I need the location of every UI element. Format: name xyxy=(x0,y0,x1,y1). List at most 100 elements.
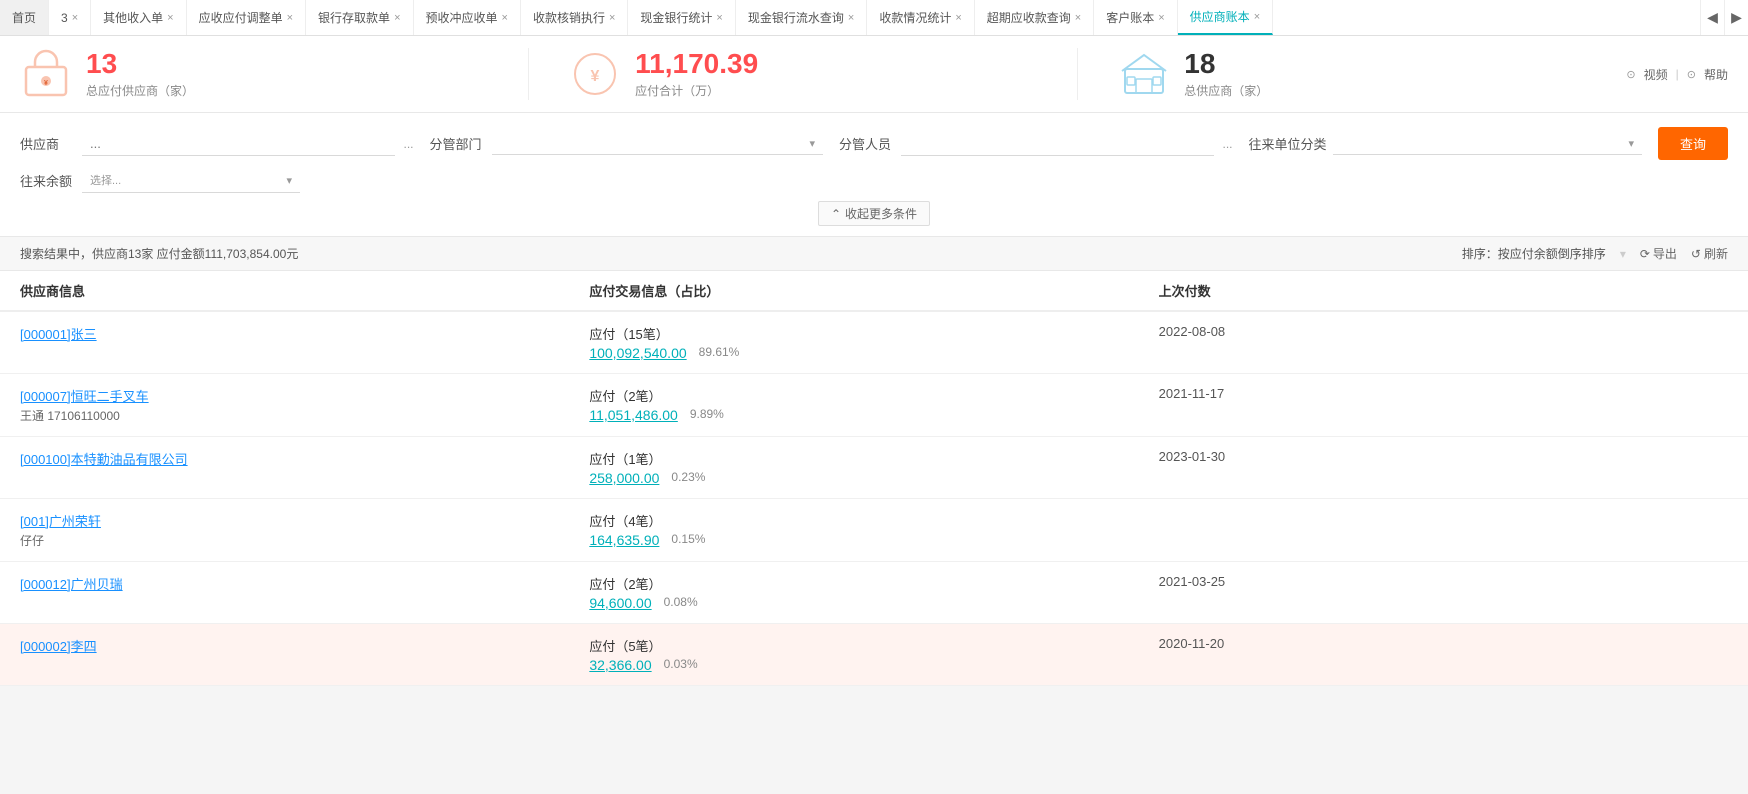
tx-amount-row: 164,635.900.15% xyxy=(589,530,1158,548)
supplier-info-cell: [000002]李四 xyxy=(20,636,589,655)
stat-value-ap-amount: 11,170.39 xyxy=(635,49,758,80)
tx-amount[interactable]: 164,635.90 xyxy=(589,532,659,548)
tab-3-close[interactable]: × xyxy=(72,12,78,24)
supplier-link[interactable]: [001]广州荣轩 xyxy=(20,514,101,529)
stat-value-total-suppliers: 18 xyxy=(1184,49,1268,80)
export-icon: ⟳ xyxy=(1640,247,1650,261)
svg-text:¥: ¥ xyxy=(44,80,48,87)
tab-cash-bank-stat[interactable]: 现金银行统计 × xyxy=(628,0,735,35)
last-pay-value: 2020-11-20 xyxy=(1159,636,1225,651)
tab-cash-bank-flow[interactable]: 现金银行流水查询 × xyxy=(736,0,867,35)
tab-customer-acct[interactable]: 客户账本 × xyxy=(1094,0,1177,35)
balance-select[interactable]: 选择... ▾ xyxy=(82,168,300,193)
tab-bank-deposit-close[interactable]: × xyxy=(394,12,400,24)
table-row: [000002]李四应付（5笔）32,366.000.03%2020-11-20 xyxy=(0,624,1748,686)
tab-overdue-close[interactable]: × xyxy=(1075,12,1081,24)
tab-3[interactable]: 3 × xyxy=(49,0,91,35)
tab-supplier-acct[interactable]: 供应商账本 × xyxy=(1178,0,1273,35)
stat-info-ap-suppliers: 13 总应付供应商（家） xyxy=(86,49,194,99)
supplier-info-cell: [000012]广州贝瑞 xyxy=(20,574,589,593)
filter-row-2: 往来余额 选择... ▾ xyxy=(20,168,1728,193)
category-select-arrow: ▾ xyxy=(1628,137,1634,150)
tab-cash-bank-flow-close[interactable]: × xyxy=(848,12,854,24)
filter-balance: 往来余额 选择... ▾ xyxy=(20,168,300,193)
nav-next-arrow[interactable]: ▶ xyxy=(1724,0,1748,36)
supplier-info-cell: [000001]张三 xyxy=(20,324,589,343)
search-button[interactable]: 查询 xyxy=(1658,127,1728,160)
tab-ar-ap-adjust-label: 应收应付调整单 xyxy=(199,9,283,26)
tab-other-income[interactable]: 其他收入单 × xyxy=(91,0,186,35)
tab-recv-verify-close[interactable]: × xyxy=(609,12,615,24)
filter-category-label: 往来单位分类 xyxy=(1249,134,1327,153)
last-pay-value: 2021-11-17 xyxy=(1159,386,1225,401)
filter-person: 分管人员 ... xyxy=(839,132,1233,156)
tab-cash-bank-stat-close[interactable]: × xyxy=(716,12,722,24)
person-input[interactable] xyxy=(901,132,1214,156)
tab-recv-stat[interactable]: 收款情况统计 × xyxy=(867,0,974,35)
video-link[interactable]: 视频 xyxy=(1644,66,1668,83)
supplier-link[interactable]: [000002]李四 xyxy=(20,639,97,654)
category-select[interactable]: ▾ xyxy=(1333,133,1642,155)
supplier-input[interactable] xyxy=(82,132,395,156)
tab-other-income-close[interactable]: × xyxy=(167,12,173,24)
tab-customer-acct-label: 客户账本 xyxy=(1106,9,1154,26)
tab-prepay-close[interactable]: × xyxy=(502,12,508,24)
tab-prepay-label: 预收冲应收单 xyxy=(426,9,498,26)
tab-recv-stat-close[interactable]: × xyxy=(955,12,961,24)
nav-prev-arrow[interactable]: ◀ xyxy=(1700,0,1724,36)
tab-prepay[interactable]: 预收冲应收单 × xyxy=(414,0,521,35)
tx-info-cell: 应付（2笔） 94,600.00 0.08% xyxy=(589,574,1158,611)
filter-supplier-label: 供应商 xyxy=(20,134,76,153)
supplier-sub: 王通 17106110000 xyxy=(20,407,589,424)
collapse-label: 收起更多条件 xyxy=(845,205,917,222)
stat-info-total-suppliers: 18 总供应商（家） xyxy=(1184,49,1268,99)
tx-amount[interactable]: 11,051,486.00 xyxy=(589,407,678,423)
person-dots: ... xyxy=(1222,137,1232,151)
table-area: 供应商信息 应付交易信息（占比） 上次付数 [000001]张三应付（15笔）1… xyxy=(0,271,1748,686)
supplier-link[interactable]: [000012]广州贝瑞 xyxy=(20,577,123,592)
tx-amount[interactable]: 258,000.00 xyxy=(589,470,659,486)
tab-customer-acct-close[interactable]: × xyxy=(1158,12,1164,24)
dept-select[interactable]: ▾ xyxy=(492,133,824,155)
supplier-icon: ¥ xyxy=(20,48,72,100)
tx-amount[interactable]: 32,366.00 xyxy=(589,657,651,673)
refresh-label: 刷新 xyxy=(1704,245,1728,262)
table-row: [000100]本特勤油品有限公司应付（1笔）258,000.000.23%20… xyxy=(0,437,1748,499)
export-button[interactable]: ⟳ 导出 xyxy=(1640,245,1677,262)
amount-icon: ¥ xyxy=(569,48,621,100)
filter-category: 往来单位分类 ▾ xyxy=(1249,133,1643,155)
tab-ar-ap-adjust[interactable]: 应收应付调整单 × xyxy=(187,0,306,35)
tab-supplier-acct-close[interactable]: × xyxy=(1254,11,1260,23)
tx-amount[interactable]: 100,092,540.00 xyxy=(589,345,686,361)
tab-bank-deposit[interactable]: 银行存取款单 × xyxy=(306,0,413,35)
tab-overdue[interactable]: 超期应收款查询 × xyxy=(975,0,1094,35)
help-links: ⊙ 视频 | ⊙ 帮助 xyxy=(1626,66,1728,83)
last-pay-value: 2021-03-25 xyxy=(1159,574,1226,589)
help-link[interactable]: 帮助 xyxy=(1704,66,1728,83)
refresh-button[interactable]: ↺ 刷新 xyxy=(1691,245,1728,262)
tx-label: 应付（2笔） xyxy=(589,386,1158,405)
collapse-button[interactable]: ⌃ 收起更多条件 xyxy=(818,201,930,226)
last-pay-cell: 2020-11-20 xyxy=(1159,636,1728,651)
tab-3-label: 3 xyxy=(61,11,68,25)
table-rows-container: [000001]张三应付（15笔）100,092,540.0089.61%202… xyxy=(0,312,1748,686)
stat-label-total-suppliers: 总供应商（家） xyxy=(1184,82,1268,99)
table-row: [000001]张三应付（15笔）100,092,540.0089.61%202… xyxy=(0,312,1748,374)
balance-select-value: 选择... xyxy=(90,172,121,188)
supplier-info-cell: [000007]恒旺二手叉车王通 17106110000 xyxy=(20,386,589,424)
filter-dept-label: 分管部门 xyxy=(430,134,486,153)
tab-recv-verify[interactable]: 收款核销执行 × xyxy=(521,0,628,35)
supplier-link[interactable]: [000007]恒旺二手叉车 xyxy=(20,389,149,404)
stat-value-ap-suppliers: 13 xyxy=(86,49,194,80)
tx-pct: 0.08% xyxy=(664,595,698,609)
result-bar: 搜索结果中，供应商13家 应付金额111,703,854.00元 排序：按应付余… xyxy=(0,237,1748,271)
tx-amount[interactable]: 94,600.00 xyxy=(589,595,651,611)
nav-tabs: 首页 3 × 其他收入单 × 应收应付调整单 × 银行存取款单 × 预收冲应收单… xyxy=(0,0,1748,36)
supplier-dots: ... xyxy=(403,137,413,151)
supplier-link[interactable]: [000001]张三 xyxy=(20,327,97,342)
tx-pct: 9.89% xyxy=(690,407,724,421)
supplier-link[interactable]: [000100]本特勤油品有限公司 xyxy=(20,452,188,467)
tab-ar-ap-adjust-close[interactable]: × xyxy=(287,12,293,24)
tx-label: 应付（2笔） xyxy=(589,574,1158,593)
tab-home[interactable]: 首页 xyxy=(0,0,49,35)
